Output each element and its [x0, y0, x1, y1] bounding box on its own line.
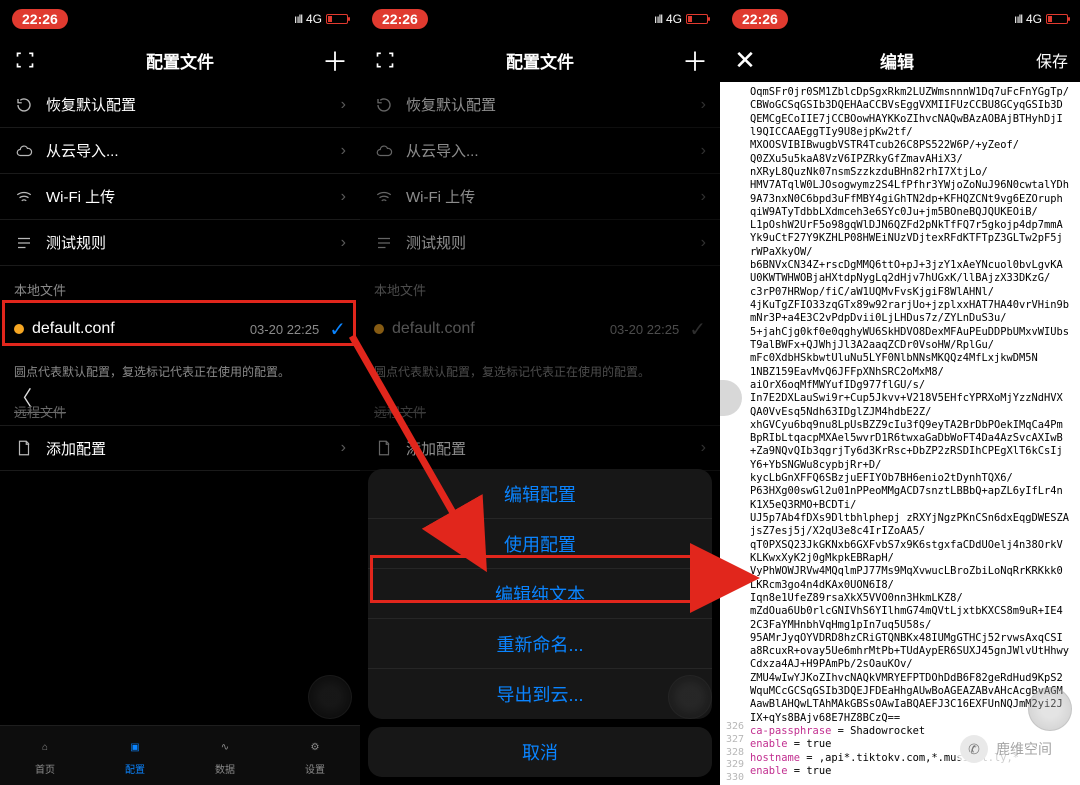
chevron-right-icon: ›: [341, 188, 346, 206]
page-title: 配置文件: [506, 48, 574, 73]
watermark: ✆ 鹿维空间: [956, 731, 1062, 767]
gear-icon: ⚙: [303, 735, 327, 759]
tab-data[interactable]: ∿数据: [213, 735, 237, 776]
scan-icon[interactable]: [12, 47, 38, 73]
list-icon: [14, 234, 34, 252]
row-cloud-import[interactable]: 从云导入... ›: [0, 128, 360, 174]
status-right: ııll 4G: [1014, 12, 1068, 26]
file-timestamp: 03-20 22:25: [250, 322, 319, 337]
wechat-icon: ✆: [960, 735, 988, 763]
add-icon[interactable]: ＋: [322, 47, 348, 73]
chevron-right-icon: ›: [341, 439, 346, 457]
battery-icon: [686, 14, 708, 24]
scan-icon[interactable]: [372, 47, 398, 73]
back-icon[interactable]: 〈: [12, 382, 32, 411]
page-title: 编辑: [880, 48, 914, 73]
page-title: 配置文件: [146, 48, 214, 73]
check-icon: ✓: [329, 317, 346, 342]
doc-add-icon: [14, 439, 34, 457]
network-label: 4G: [666, 12, 682, 26]
row-label: 添加配置: [46, 438, 106, 459]
battery-icon: [1046, 14, 1068, 24]
chevron-right-icon: ›: [341, 234, 346, 252]
wifi-icon: [14, 188, 34, 206]
clock-pill: 22:26: [12, 9, 68, 29]
watermark-text: 鹿维空间: [996, 739, 1052, 759]
chevron-right-icon: ›: [341, 96, 346, 114]
row-test-rules[interactable]: 测试规则 ›: [0, 220, 360, 266]
row-label: 恢复默认配置: [46, 94, 136, 115]
section-remote: 远程文件: [0, 388, 360, 425]
tab-home[interactable]: ⌂首页: [33, 735, 57, 776]
sheet-export-cloud[interactable]: 导出到云...: [368, 669, 712, 719]
signal-icon: ııll: [294, 12, 302, 26]
status-right: ııll 4G: [294, 12, 348, 26]
row-restore-default[interactable]: 恢复默认配置 ›: [0, 82, 360, 128]
status-right: ııll 4G: [654, 12, 708, 26]
add-icon[interactable]: ＋: [682, 47, 708, 73]
assistive-touch[interactable]: [668, 675, 712, 719]
network-label: 4G: [306, 12, 322, 26]
network-label: 4G: [1026, 12, 1042, 26]
clock-pill: 22:26: [732, 9, 788, 29]
assistive-touch[interactable]: [308, 675, 352, 719]
home-icon: ⌂: [33, 735, 57, 759]
row-add-config[interactable]: 添加配置 ›: [0, 425, 360, 471]
hint-text: 圆点代表默认配置，复选标记代表正在使用的配置。: [0, 355, 360, 388]
section-local: 本地文件: [0, 266, 360, 303]
tab-config[interactable]: ▣配置: [123, 735, 147, 776]
assistive-touch[interactable]: [1028, 687, 1072, 731]
active-dot-icon: [14, 324, 24, 334]
sheet-use-config[interactable]: 使用配置: [368, 519, 712, 569]
sheet-edit-config[interactable]: 编辑配置: [368, 469, 712, 519]
sheet-rename[interactable]: 重新命名...: [368, 619, 712, 669]
file-name: default.conf: [32, 320, 115, 338]
sheet-edit-plaintext[interactable]: 编辑纯文本: [368, 569, 712, 619]
code-editor[interactable]: 326 327 328 329 330 OqmSFr0jr0SM1ZblcDpS…: [720, 82, 1080, 785]
action-sheet: 编辑配置 使用配置 编辑纯文本 重新命名... 导出到云... 取消: [368, 469, 712, 777]
close-icon[interactable]: ✕: [732, 47, 758, 73]
signal-icon: ııll: [1014, 12, 1022, 26]
refresh-icon: [14, 96, 34, 114]
save-button[interactable]: 保存: [1036, 48, 1068, 72]
battery-icon: [326, 14, 348, 24]
tab-settings[interactable]: ⚙设置: [303, 735, 327, 776]
row-wifi-upload[interactable]: Wi-Fi 上传 ›: [0, 174, 360, 220]
pulse-icon: ∿: [213, 735, 237, 759]
chevron-right-icon: ›: [341, 142, 346, 160]
row-label: Wi-Fi 上传: [46, 186, 115, 207]
signal-icon: ııll: [654, 12, 662, 26]
row-label: 从云导入...: [46, 140, 119, 161]
clock-pill: 22:26: [372, 9, 428, 29]
folder-icon: ▣: [123, 735, 147, 759]
row-label: 测试规则: [46, 232, 106, 253]
cloud-icon: [14, 142, 34, 160]
sheet-cancel[interactable]: 取消: [368, 727, 712, 777]
file-default-conf[interactable]: default.conf 03-20 22:25 ✓: [0, 303, 360, 355]
